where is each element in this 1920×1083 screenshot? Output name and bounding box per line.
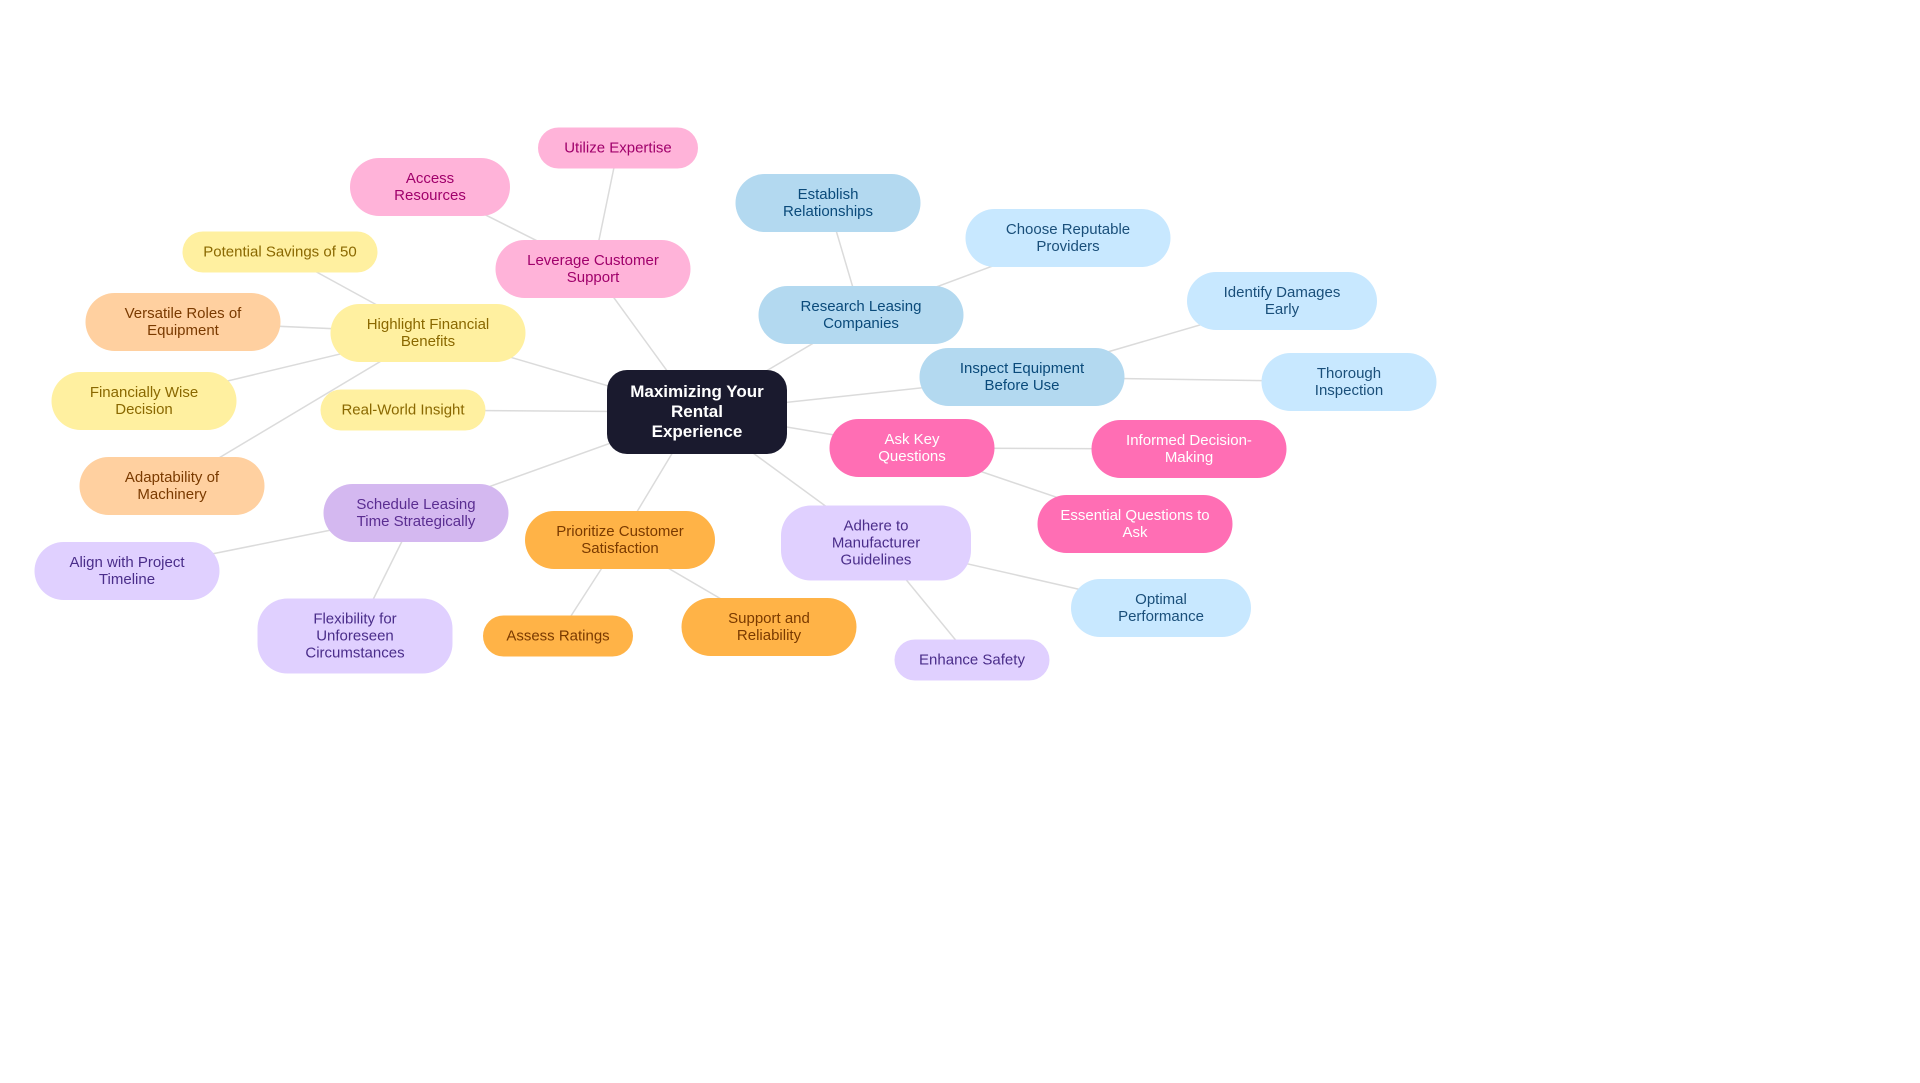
node-enhance-safety[interactable]: Enhance Safety — [895, 640, 1050, 681]
node-research-leasing[interactable]: Research Leasing Companies — [759, 286, 964, 344]
node-center[interactable]: Maximizing Your Rental Experience — [607, 370, 787, 454]
node-adaptability[interactable]: Adaptability of Machinery — [80, 457, 265, 515]
node-informed-decision[interactable]: Informed Decision-Making — [1092, 420, 1287, 478]
node-ask-key-questions[interactable]: Ask Key Questions — [830, 419, 995, 477]
node-utilize-expertise[interactable]: Utilize Expertise — [538, 128, 698, 169]
node-support-reliability[interactable]: Support and Reliability — [682, 598, 857, 656]
node-schedule-leasing[interactable]: Schedule Leasing Time Strategically — [324, 484, 509, 542]
node-assess-ratings[interactable]: Assess Ratings — [483, 616, 633, 657]
node-highlight-financial-benefits[interactable]: Highlight Financial Benefits — [331, 304, 526, 362]
node-flexibility[interactable]: Flexibility for Unforeseen Circumstances — [258, 599, 453, 674]
node-thorough-inspection[interactable]: Thorough Inspection — [1262, 353, 1437, 411]
node-essential-questions[interactable]: Essential Questions to Ask — [1038, 495, 1233, 553]
node-choose-reputable[interactable]: Choose Reputable Providers — [966, 209, 1171, 267]
node-inspect-equipment[interactable]: Inspect Equipment Before Use — [920, 348, 1125, 406]
node-establish-relationships[interactable]: Establish Relationships — [736, 174, 921, 232]
mindmap-container: Maximizing Your Rental Experience Utilize… — [0, 0, 1920, 1083]
node-financially-wise[interactable]: Financially Wise Decision — [52, 372, 237, 430]
node-identify-damages[interactable]: Identify Damages Early — [1187, 272, 1377, 330]
node-versatile-roles[interactable]: Versatile Roles of Equipment — [86, 293, 281, 351]
node-adhere-manufacturer[interactable]: Adhere to Manufacturer Guidelines — [781, 506, 971, 581]
node-prioritize-customer[interactable]: Prioritize Customer Satisfaction — [525, 511, 715, 569]
node-access-resources[interactable]: Access Resources — [350, 158, 510, 216]
node-optimal-performance[interactable]: Optimal Performance — [1071, 579, 1251, 637]
node-potential-savings[interactable]: Potential Savings of 50 — [183, 232, 378, 273]
node-leverage-customer-support[interactable]: Leverage Customer Support — [496, 240, 691, 298]
node-align-project[interactable]: Align with Project Timeline — [35, 542, 220, 600]
node-real-world-insight[interactable]: Real-World Insight — [321, 390, 486, 431]
